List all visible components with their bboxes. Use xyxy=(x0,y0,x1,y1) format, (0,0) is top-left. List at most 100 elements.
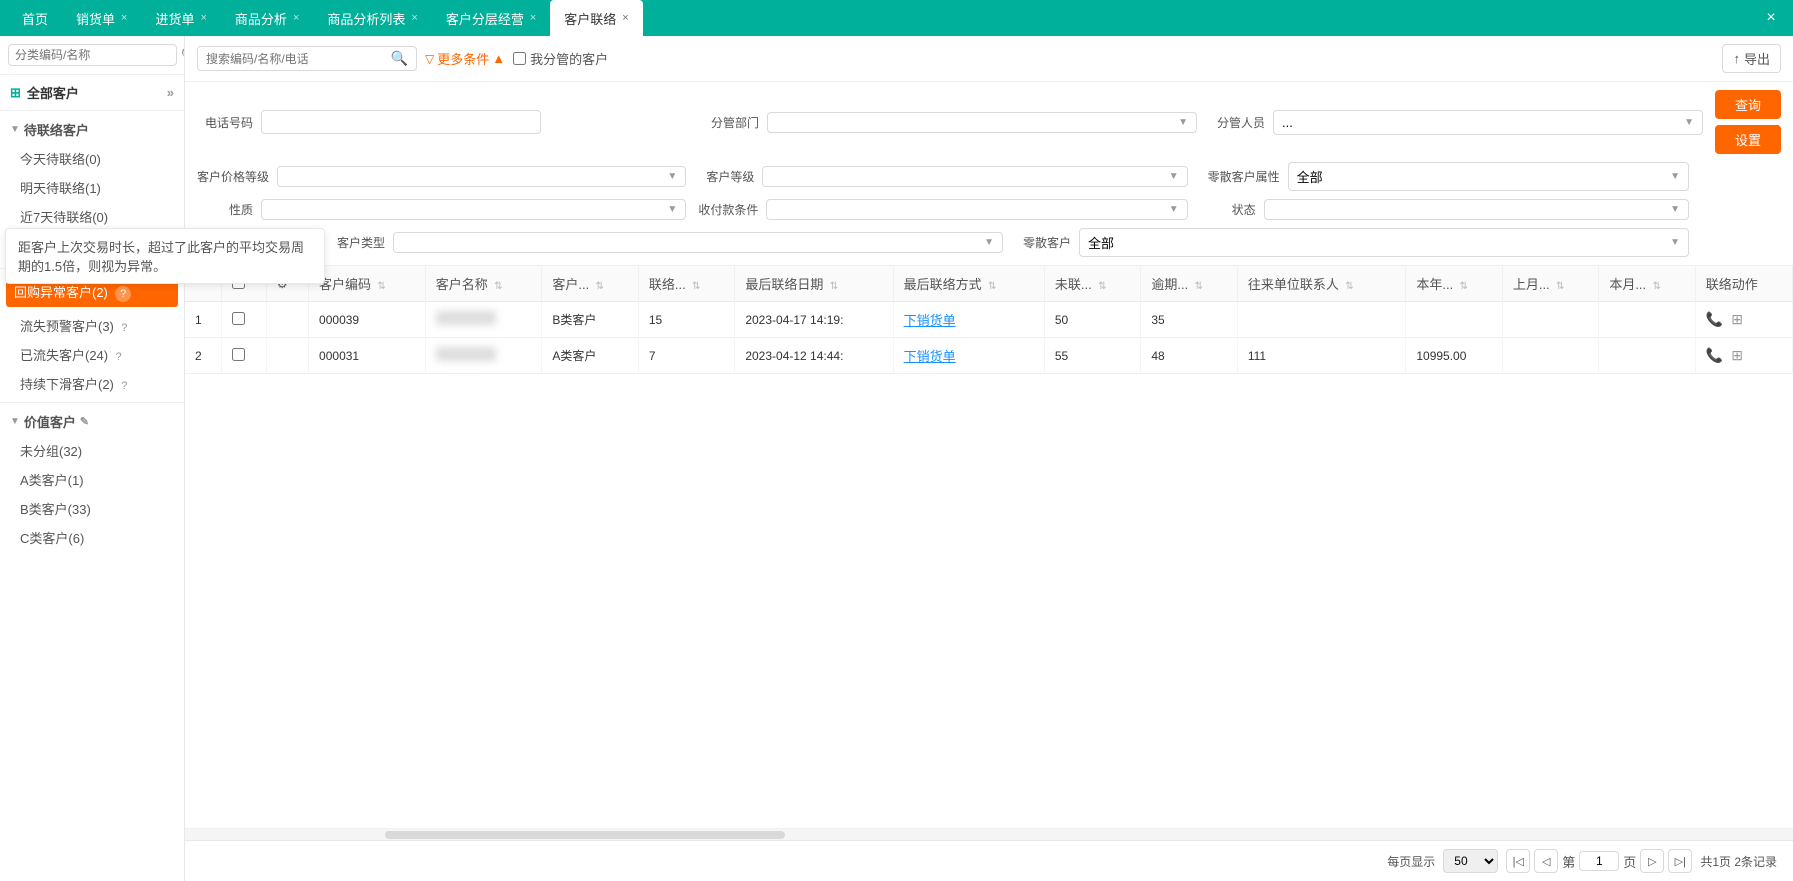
close-customer-contact-icon[interactable]: × xyxy=(622,12,628,24)
person-select[interactable]: ... ▼ xyxy=(1273,110,1703,135)
horizontal-scrollbar[interactable] xyxy=(185,828,1793,840)
th-customer-code[interactable]: 客户编码 ⇅ xyxy=(309,266,426,302)
sort-overdue-icon: ⇅ xyxy=(1195,281,1203,292)
price-grade-select[interactable]: ▼ xyxy=(277,166,686,187)
cell-last-month-2 xyxy=(1502,338,1598,374)
phone-action-icon-2[interactable]: 📞 xyxy=(1706,347,1723,364)
close-purchase-icon[interactable]: × xyxy=(200,12,206,24)
cell-last-month-1 xyxy=(1502,302,1598,338)
page-next-button[interactable]: ▷ xyxy=(1640,849,1664,873)
nav-tab-product-analysis[interactable]: 商品分析 × xyxy=(221,0,313,36)
method-link-1[interactable]: 下销货单 xyxy=(904,313,956,328)
close-product-list-icon[interactable]: × xyxy=(411,12,417,24)
per-page-select[interactable]: 50 20 100 xyxy=(1443,849,1498,873)
sidebar-item-unclassified[interactable]: 未分组(32) xyxy=(0,436,184,465)
filter-payment: 收付款条件 ▼ xyxy=(698,199,1187,220)
sidebar-item-loss-risk[interactable]: 流失预警客户(3) ? xyxy=(0,311,184,340)
setting-button[interactable]: 设置 xyxy=(1715,125,1781,154)
window-close-button[interactable]: × xyxy=(1757,4,1785,32)
phone-label: 电话号码 xyxy=(197,114,253,131)
sidebar-item-a-class[interactable]: A类客户(1) xyxy=(0,465,184,494)
lost-info-icon: ? xyxy=(115,351,121,363)
gender-caret-icon: ▼ xyxy=(667,204,677,215)
sort-date-icon: ⇅ xyxy=(830,281,838,292)
sidebar-item-week[interactable]: 近7天待联络(0) xyxy=(0,202,184,231)
th-contact-count[interactable]: 联络... ⇅ xyxy=(638,266,734,302)
sidebar-item-tomorrow[interactable]: 明天待联络(1) xyxy=(0,173,184,202)
nav-tab-purchase[interactable]: 进货单 × xyxy=(141,0,220,36)
page-number-input[interactable] xyxy=(1579,851,1619,871)
scrollbar-thumb[interactable] xyxy=(385,831,785,839)
sidebar-all-customers[interactable]: ⊞ 全部客户 » xyxy=(0,75,184,111)
method-link-2[interactable]: 下销货单 xyxy=(904,349,956,364)
nav-tab-customer-segment[interactable]: 客户分层经营 × xyxy=(432,0,550,36)
sort-this-month-icon: ⇅ xyxy=(1653,281,1661,292)
action-buttons: 查询 设置 xyxy=(1715,90,1781,154)
th-last-contact-method[interactable]: 最后联络方式 ⇅ xyxy=(893,266,1044,302)
retail-caret-icon: ▼ xyxy=(1670,237,1680,248)
search-input[interactable] xyxy=(206,52,391,66)
close-product-analysis-icon[interactable]: × xyxy=(293,12,299,24)
nav-tab-home[interactable]: 首页 xyxy=(8,0,62,36)
payment-select[interactable]: ▼ xyxy=(766,199,1187,220)
sort-last-month-icon: ⇅ xyxy=(1556,281,1564,292)
phone-action-icon-1[interactable]: 📞 xyxy=(1706,311,1723,328)
th-uncontacted[interactable]: 未联... ⇅ xyxy=(1044,266,1140,302)
my-customers-checkbox[interactable] xyxy=(513,52,526,65)
th-overdue[interactable]: 逾期... ⇅ xyxy=(1141,266,1237,302)
cell-method-2[interactable]: 下销货单 xyxy=(893,338,1044,374)
close-customer-segment-icon[interactable]: × xyxy=(530,12,536,24)
query-button[interactable]: 查询 xyxy=(1715,90,1781,119)
sidebar-item-c-class[interactable]: C类客户(6) xyxy=(0,523,184,552)
content-area: 🔍 ▽ 更多条件 ▲ 我分管的客户 ↑ 导出 电话号码 xyxy=(185,36,1793,881)
status-select[interactable]: ▼ xyxy=(1264,199,1689,220)
nav-tab-customer-contact[interactable]: 客户联络 × xyxy=(550,0,642,36)
nav-tab-sales[interactable]: 销货单 × xyxy=(62,0,141,36)
th-customer-type[interactable]: 客户... ⇅ xyxy=(542,266,638,302)
cell-name-2 xyxy=(425,338,542,374)
th-customer-name[interactable]: 客户名称 ⇅ xyxy=(425,266,542,302)
th-last-month[interactable]: 上月... ⇅ xyxy=(1502,266,1598,302)
more-conditions-button[interactable]: ▽ 更多条件 ▲ xyxy=(425,49,505,68)
close-sales-icon[interactable]: × xyxy=(121,12,127,24)
grid-action-icon-1[interactable]: ⊞ xyxy=(1731,311,1743,328)
sidebar-item-decline[interactable]: 持续下滑客户(2) ? xyxy=(0,369,184,398)
phone-input[interactable] xyxy=(261,110,541,134)
edit-icon[interactable]: ✎ xyxy=(80,415,89,428)
grid-action-icon-2[interactable]: ⊞ xyxy=(1731,347,1743,364)
th-this-month[interactable]: 本月... ⇅ xyxy=(1599,266,1695,302)
retail-attr-select[interactable]: 全部 ▼ xyxy=(1288,162,1689,191)
table-row: 2 000031 A类客户 7 2023-04-12 14:44: 下销货单 5… xyxy=(185,338,1793,374)
sidebar-value-customers-title[interactable]: ▼ 价值客户 ✎ xyxy=(0,407,184,436)
sidebar-search-input[interactable] xyxy=(8,44,177,66)
page-prev-button[interactable]: ◁ xyxy=(1534,849,1558,873)
cell-year-1 xyxy=(1406,302,1502,338)
page-last-button[interactable]: ▷| xyxy=(1668,849,1692,873)
gender-select[interactable]: ▼ xyxy=(261,199,686,220)
page-first-button[interactable]: |◁ xyxy=(1506,849,1530,873)
cell-method-1[interactable]: 下销货单 xyxy=(893,302,1044,338)
table-area: ⚙ 客户编码 ⇅ 客户名称 ⇅ 客户... ⇅ xyxy=(185,266,1793,828)
export-button[interactable]: ↑ 导出 xyxy=(1722,44,1781,73)
retail-select[interactable]: 全部 ▼ xyxy=(1079,228,1689,257)
sidebar-item-today[interactable]: 今天待联络(0) xyxy=(0,144,184,173)
arrow-down-icon: ▼ xyxy=(10,124,20,135)
sidebar-collapse-icon[interactable]: » xyxy=(167,85,174,100)
customer-grade-select[interactable]: ▼ xyxy=(762,166,1187,187)
customer-grade-label: 客户等级 xyxy=(698,168,754,185)
nav-tab-product-list[interactable]: 商品分析列表 × xyxy=(313,0,431,36)
th-this-year[interactable]: 本年... ⇅ xyxy=(1406,266,1502,302)
sidebar: 🔍 ⊞ 全部客户 » ▼ 待联络客户 今天待联络(0) 明天待联络(1) 近7天… xyxy=(0,36,185,881)
sidebar-item-lost[interactable]: 已流失客户(24) ? xyxy=(0,340,184,369)
sidebar-item-b-class[interactable]: B类客户(33) xyxy=(0,494,184,523)
search-icon[interactable]: 🔍 xyxy=(391,50,408,67)
sidebar-pending-contact-title[interactable]: ▼ 待联络客户 xyxy=(0,115,184,144)
th-unit-contact[interactable]: 往来单位联系人 ⇅ xyxy=(1237,266,1406,302)
row-2-checkbox[interactable] xyxy=(232,348,245,361)
th-last-contact-date[interactable]: 最后联络日期 ⇅ xyxy=(735,266,893,302)
sort-method-icon: ⇅ xyxy=(988,281,996,292)
row-1-checkbox[interactable] xyxy=(232,312,245,325)
customer-type-select[interactable]: ▼ xyxy=(393,232,1003,253)
dept-select[interactable]: ▼ xyxy=(767,112,1197,133)
filter-gender: 性质 ▼ xyxy=(197,199,686,220)
